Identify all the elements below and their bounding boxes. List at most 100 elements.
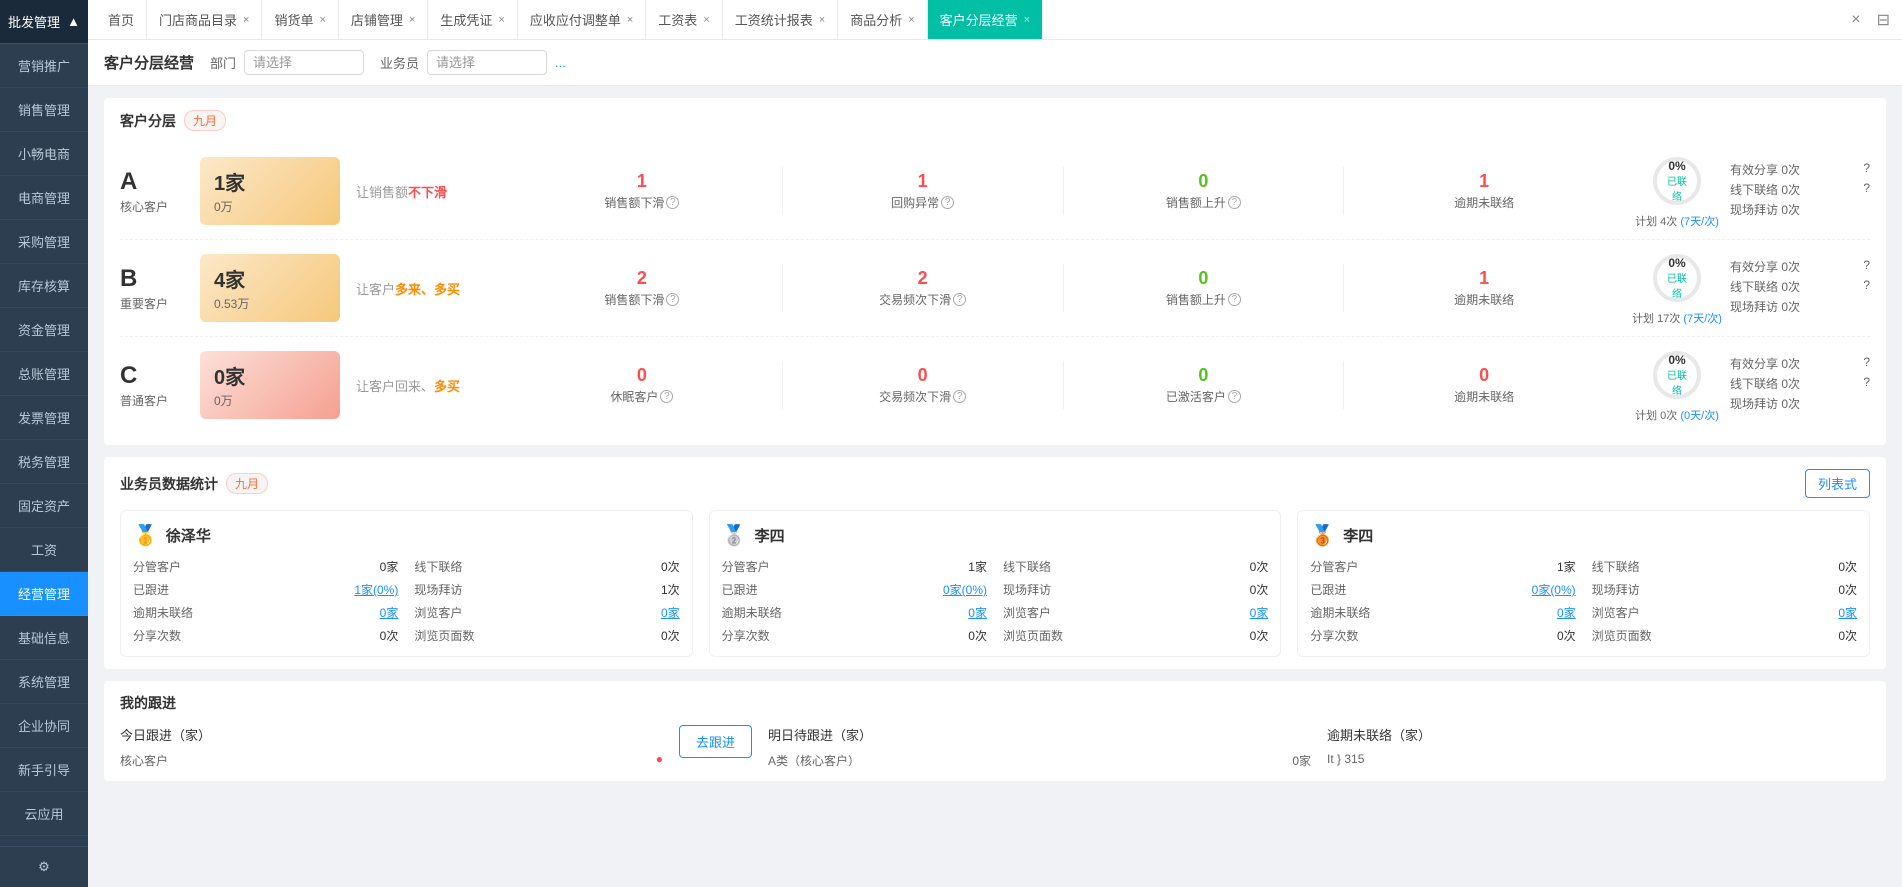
- tab-customer-tier[interactable]: 客户分层经营×: [928, 0, 1043, 40]
- tab-bar-actions: × ⊟: [1847, 6, 1894, 34]
- tab-product-analysis[interactable]: 商品分析×: [838, 0, 927, 40]
- tier-b-metric-2[interactable]: 0 销售额上升 ?: [1064, 264, 1345, 312]
- tier-a-metric-0[interactable]: 1 销售额下滑 ?: [502, 167, 783, 215]
- sidebar-item-invoice[interactable]: 发票管理: [0, 396, 88, 440]
- tier-a-metric-3[interactable]: 1 逾期未联络: [1344, 167, 1624, 215]
- tab-sales-order[interactable]: 销货单×: [262, 0, 338, 40]
- tier-a-metric-1[interactable]: 1 回购异常 ?: [783, 167, 1064, 215]
- tab-store-mgmt[interactable]: 店铺管理×: [339, 0, 428, 40]
- tier-c-circle-plan: 计划 0次 (0天/次): [1635, 407, 1719, 423]
- filter-more-btn[interactable]: ...: [555, 55, 566, 70]
- tab-more-icon[interactable]: ⊟: [1873, 6, 1894, 34]
- tier-c-share-info[interactable]: ?: [1863, 355, 1870, 372]
- tab-close-store-catalog[interactable]: ×: [243, 14, 249, 26]
- tier-b-metric-1[interactable]: 2 交易频次下滑 ?: [783, 264, 1064, 312]
- tier-b-metric-0-count: 2: [510, 268, 774, 289]
- go-followup-button[interactable]: 去跟进: [679, 725, 752, 758]
- tier-a-plan-link[interactable]: (7天/次): [1680, 216, 1719, 228]
- sidebar-item-inventory[interactable]: 库存核算: [0, 264, 88, 308]
- tier-a-metric-0-info[interactable]: ?: [666, 196, 679, 209]
- sidebar-item-collab[interactable]: 企业协同: [0, 704, 88, 748]
- customer-tier-section: 客户分层 九月 A 核心客户 1家 0万 让销售额不下滑 1: [104, 98, 1886, 445]
- tier-a-offline-info[interactable]: ?: [1863, 181, 1870, 198]
- tab-close-ar-ap[interactable]: ×: [627, 14, 633, 26]
- sidebar-item-ledger[interactable]: 总账管理: [0, 352, 88, 396]
- tab-close-sales-order[interactable]: ×: [319, 14, 325, 26]
- tab-payroll[interactable]: 工资表×: [646, 0, 722, 40]
- tier-b-plan-link[interactable]: (7天/次): [1683, 313, 1722, 325]
- tab-close-voucher[interactable]: ×: [498, 14, 504, 26]
- tier-b-metric-0[interactable]: 2 销售额下滑 ?: [502, 264, 783, 312]
- tier-c-metric-2-info[interactable]: ?: [1228, 390, 1241, 403]
- tier-c-metric-0-count: 0: [510, 365, 774, 386]
- tier-b-metric-1-info[interactable]: ?: [953, 293, 966, 306]
- tier-a-stat-main[interactable]: 1家 0万: [200, 157, 340, 225]
- tier-c-metric-2[interactable]: 0 已激活客户 ?: [1064, 361, 1345, 409]
- sidebar-item-system[interactable]: 系统管理: [0, 660, 88, 704]
- dept-select[interactable]: 请选择: [244, 50, 364, 75]
- tab-payroll-report[interactable]: 工资统计报表×: [723, 0, 838, 40]
- tier-a-metric-2[interactable]: 0 销售额上升 ?: [1064, 167, 1345, 215]
- tab-close-store-mgmt[interactable]: ×: [409, 14, 415, 26]
- sp-0-stat-0: 分管客户 0家: [133, 558, 398, 575]
- sidebar-item-capital[interactable]: 资金管理: [0, 308, 88, 352]
- sp-1-stat-4: 逾期未联络 0家: [722, 604, 987, 621]
- sp-2-stats: 分管客户 1家 线下联络 0次 已跟进 0家(0%) 现场拜访: [1310, 558, 1857, 644]
- sidebar-settings[interactable]: ⚙: [0, 846, 88, 887]
- sidebar-item-base[interactable]: 基础信息: [0, 616, 88, 660]
- tab-store-catalog[interactable]: 门店商品目录×: [147, 0, 262, 40]
- sp-2-stat-2: 已跟进 0家(0%): [1310, 581, 1575, 598]
- sidebar-item-tax[interactable]: 税务管理: [0, 440, 88, 484]
- tier-b-share-info[interactable]: ?: [1863, 258, 1870, 275]
- sidebar-item-purchase[interactable]: 采购管理: [0, 220, 88, 264]
- sp-0-name-row: 🥇 徐泽华: [133, 523, 680, 548]
- tier-c-offline-info[interactable]: ?: [1863, 375, 1870, 392]
- tier-c-metric-3[interactable]: 0 逾期未联络: [1344, 361, 1624, 409]
- sidebar-item-cloud[interactable]: 云应用: [0, 792, 88, 836]
- biz-month-badge: 九月: [226, 473, 268, 494]
- tier-b-offline-info[interactable]: ?: [1863, 278, 1870, 295]
- tier-c-plan-link[interactable]: (0天/次): [1680, 410, 1719, 422]
- sidebar-item-sales[interactable]: 销售管理: [0, 88, 88, 132]
- tier-c-circle-container: 0% 已联络: [1649, 347, 1705, 403]
- tier-c-metric-1[interactable]: 0 交易频次下滑 ?: [783, 361, 1064, 409]
- tier-c-metric-0[interactable]: 0 休眠客户 ?: [502, 361, 783, 409]
- tier-c-metric-1-info[interactable]: ?: [953, 390, 966, 403]
- salesperson-card-2: 🥉 李四 分管客户 1家 线下联络 0次 已跟进: [1297, 510, 1870, 657]
- sidebar-item-ecom-small[interactable]: 小畅电商: [0, 132, 88, 176]
- tier-a-share-info[interactable]: ?: [1863, 161, 1870, 178]
- tab-close-payroll[interactable]: ×: [703, 14, 709, 26]
- tier-b-circle-container: 0% 已联络: [1649, 250, 1705, 306]
- tier-b-stat-main[interactable]: 4家 0.53万: [200, 254, 340, 322]
- tab-voucher[interactable]: 生成凭证×: [428, 0, 517, 40]
- sidebar-item-marketing[interactable]: 营销推广: [0, 44, 88, 88]
- tier-b-metric-0-info[interactable]: ?: [666, 293, 679, 306]
- followup-tomorrow-a-val: 0家: [1292, 752, 1311, 769]
- tier-b-metric-1-count: 2: [791, 268, 1055, 289]
- tier-a-metric-2-info[interactable]: ?: [1228, 196, 1241, 209]
- sidebar-item-guide[interactable]: 新手引导: [0, 748, 88, 792]
- list-view-button[interactable]: 列表式: [1805, 469, 1870, 498]
- followup-overdue-title: 逾期未联络（家）: [1327, 725, 1870, 744]
- tier-c-stat-main[interactable]: 0家 0万: [200, 351, 340, 419]
- tab-home[interactable]: 首页: [96, 0, 147, 40]
- sidebar-toggle-icon[interactable]: ▲: [67, 14, 80, 29]
- sidebar-item-payroll[interactable]: 工资: [0, 528, 88, 572]
- sidebar-item-operations[interactable]: 经营管理: [0, 572, 88, 616]
- tab-close-all-icon[interactable]: ×: [1847, 7, 1864, 33]
- followup-today-stats: 核心客户 ●: [120, 752, 663, 769]
- tier-b-metric-3[interactable]: 1 逾期未联络: [1344, 264, 1624, 312]
- tab-ar-ap[interactable]: 应收应付调整单×: [518, 0, 646, 40]
- page-title: 客户分层经营: [104, 52, 194, 73]
- tier-c-metric-2-label: 已激活客户 ?: [1072, 388, 1336, 405]
- tab-close-product-analysis[interactable]: ×: [908, 14, 914, 26]
- tab-close-payroll-report[interactable]: ×: [819, 14, 825, 26]
- sidebar-header[interactable]: 批发管理 ▲: [0, 0, 88, 44]
- tier-c-metric-0-info[interactable]: ?: [660, 390, 673, 403]
- sidebar-item-asset[interactable]: 固定资产: [0, 484, 88, 528]
- tier-b-metric-2-info[interactable]: ?: [1228, 293, 1241, 306]
- tab-close-customer-tier[interactable]: ×: [1024, 14, 1030, 26]
- sales-select[interactable]: 请选择: [427, 50, 547, 75]
- tier-a-metric-1-info[interactable]: ?: [941, 196, 954, 209]
- sidebar-item-ecom[interactable]: 电商管理: [0, 176, 88, 220]
